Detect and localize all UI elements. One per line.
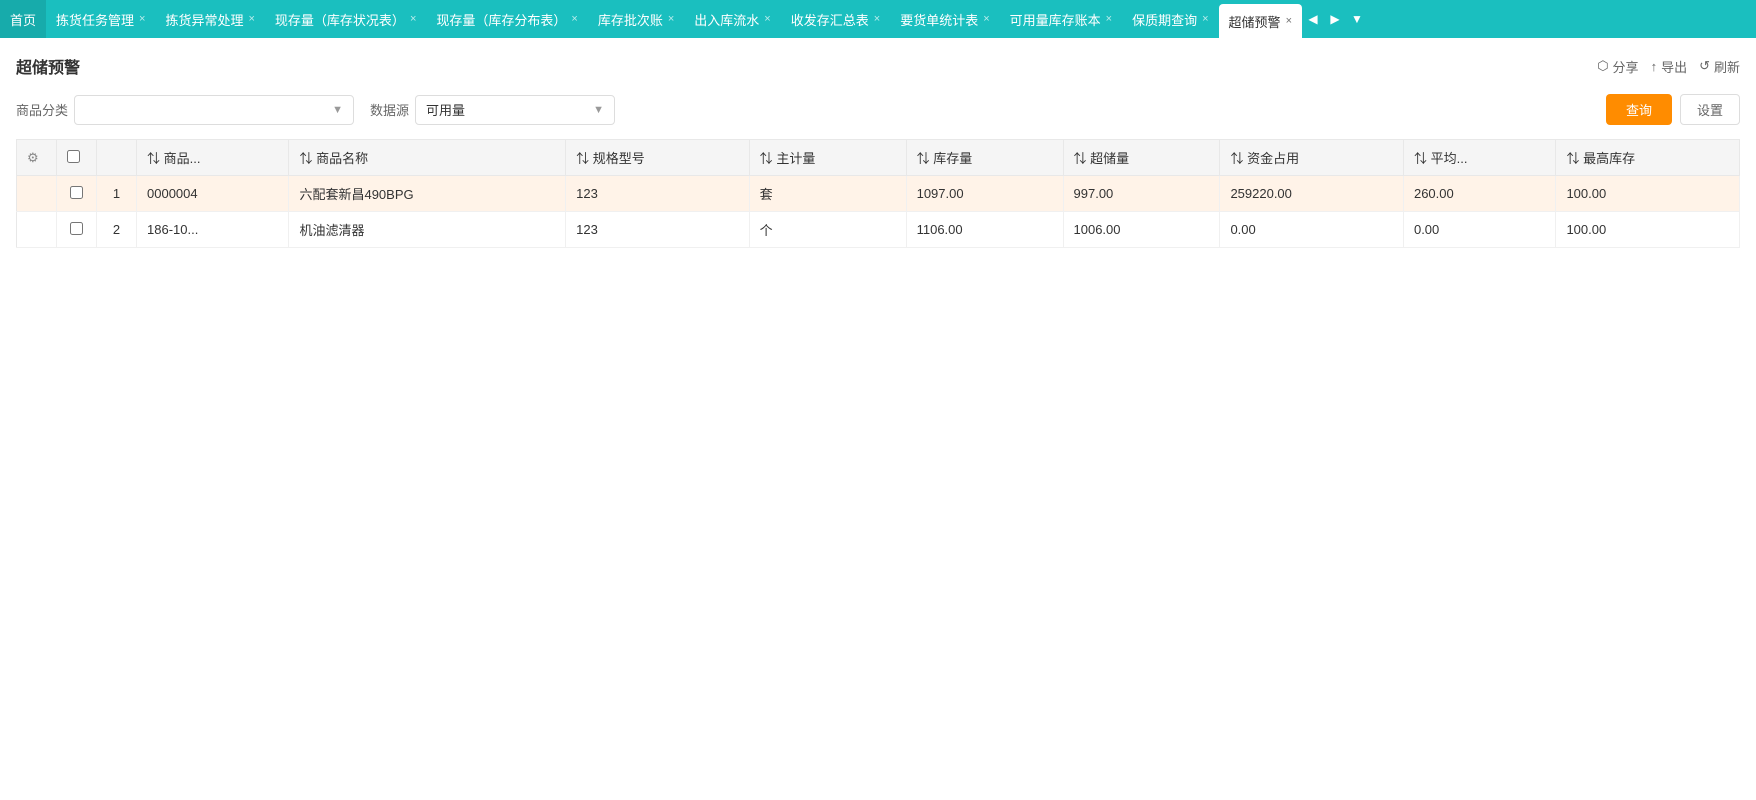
category-label: 商品分类 [16, 100, 68, 119]
nav-summary[interactable]: 收发存汇总表 × [781, 0, 890, 38]
td-unit: 个 [749, 212, 906, 248]
top-nav: 首页 拣货任务管理 × 拣货异常处理 × 现存量（库存状况表） × 现存量（库存… [0, 0, 1756, 38]
close-icon[interactable]: × [1286, 15, 1292, 27]
td-stock: 1106.00 [906, 212, 1063, 248]
td-product-code: 186-10... [137, 212, 289, 248]
td-avg: 260.00 [1403, 176, 1555, 212]
close-icon[interactable]: × [571, 13, 577, 25]
th-stock: ⇅ 库存量 [906, 140, 1063, 176]
th-no [97, 140, 137, 176]
th-avg: ⇅ 平均... [1403, 140, 1555, 176]
td-product-name: 机油滤清器 [289, 212, 566, 248]
category-filter: 商品分类 ▼ [16, 95, 354, 125]
td-max-stock: 100.00 [1556, 176, 1740, 212]
refresh-icon: ↺ [1699, 58, 1710, 74]
chevron-down-icon: ▼ [593, 104, 604, 116]
export-icon: ↑ [1651, 59, 1658, 74]
settings-button[interactable]: 设置 [1680, 94, 1740, 125]
close-icon[interactable]: × [248, 13, 254, 25]
share-icon: ⬡ [1597, 58, 1608, 74]
chevron-down-icon: ▼ [332, 104, 343, 116]
th-max-stock: ⇅ 最高库存 [1556, 140, 1740, 176]
datasource-label: 数据源 [370, 100, 409, 119]
td-no: 2 [97, 212, 137, 248]
td-stock: 1097.00 [906, 176, 1063, 212]
nav-overstock-warning[interactable]: 超储预警 × [1219, 4, 1302, 38]
td-gear [17, 212, 57, 248]
page-header: 超储预警 ⬡ 分享 ↑ 导出 ↺ 刷新 [16, 54, 1740, 78]
th-capital: ⇅ 资金占用 [1220, 140, 1404, 176]
th-product-name: ⇅ 商品名称 [289, 140, 566, 176]
close-icon[interactable]: × [764, 13, 770, 25]
refresh-button[interactable]: ↺ 刷新 [1699, 57, 1740, 76]
row-checkbox[interactable] [70, 222, 83, 235]
td-checkbox [57, 176, 97, 212]
td-overstock: 997.00 [1063, 176, 1220, 212]
export-button[interactable]: ↑ 导出 [1651, 57, 1688, 76]
nav-prev-button[interactable]: ◀ [1302, 0, 1324, 38]
page-title: 超储预警 [16, 54, 80, 78]
td-max-stock: 100.00 [1556, 212, 1740, 248]
share-button[interactable]: ⬡ 分享 [1597, 57, 1638, 76]
table-row: 2 186-10... 机油滤清器 123 个 1106.00 1006.00 … [17, 212, 1740, 248]
close-icon[interactable]: × [668, 13, 674, 25]
datasource-filter: 数据源 可用量 ▼ [370, 95, 615, 125]
nav-more-button[interactable]: ▼ [1346, 0, 1368, 38]
nav-order-stats[interactable]: 要货单统计表 × [890, 0, 999, 38]
table-header-row: ⚙ ⇅ 商品... ⇅ 商品名称 ⇅ 规格型号 ⇅ 主计量 [17, 140, 1740, 176]
filter-actions: 查询 设置 [1606, 94, 1740, 125]
nav-home[interactable]: 首页 [0, 0, 46, 38]
td-no: 1 [97, 176, 137, 212]
th-gear: ⚙ [17, 140, 57, 176]
close-icon[interactable]: × [1106, 13, 1112, 25]
nav-batch-account[interactable]: 库存批次账 × [588, 0, 684, 38]
td-product-code: 0000004 [137, 176, 289, 212]
row-checkbox[interactable] [70, 186, 83, 199]
header-actions: ⬡ 分享 ↑ 导出 ↺ 刷新 [1597, 57, 1740, 76]
datasource-select-value: 可用量 [426, 100, 465, 119]
close-icon[interactable]: × [1202, 13, 1208, 25]
nav-task-mgmt[interactable]: 拣货任务管理 × [46, 0, 155, 38]
nav-next-button[interactable]: ▶ [1324, 0, 1346, 38]
td-checkbox [57, 212, 97, 248]
nav-exception[interactable]: 拣货异常处理 × [155, 0, 264, 38]
td-overstock: 1006.00 [1063, 212, 1220, 248]
main-content: 超储预警 ⬡ 分享 ↑ 导出 ↺ 刷新 商品分类 ▼ 数据源 [0, 38, 1756, 800]
td-avg: 0.00 [1403, 212, 1555, 248]
nav-available-account[interactable]: 可用量库存账本 × [1000, 0, 1122, 38]
close-icon[interactable]: × [874, 13, 880, 25]
category-select[interactable]: ▼ [74, 95, 354, 125]
th-product-code: ⇅ 商品... [137, 140, 289, 176]
nav-stock-dist[interactable]: 现存量（库存分布表） × [426, 0, 587, 38]
query-button[interactable]: 查询 [1606, 94, 1672, 125]
select-all-checkbox[interactable] [67, 150, 80, 163]
th-checkbox [57, 140, 97, 176]
nav-stock-status[interactable]: 现存量（库存状况表） × [265, 0, 426, 38]
data-table: ⚙ ⇅ 商品... ⇅ 商品名称 ⇅ 规格型号 ⇅ 主计量 [16, 139, 1740, 248]
close-icon[interactable]: × [410, 13, 416, 25]
th-spec: ⇅ 规格型号 [566, 140, 750, 176]
nav-inout-flow[interactable]: 出入库流水 × [684, 0, 780, 38]
td-spec: 123 [566, 212, 750, 248]
td-gear [17, 176, 57, 212]
close-icon[interactable]: × [139, 13, 145, 25]
table-row: 1 0000004 六配套新昌490BPG 123 套 1097.00 997.… [17, 176, 1740, 212]
td-capital: 0.00 [1220, 212, 1404, 248]
td-product-name: 六配套新昌490BPG [289, 176, 566, 212]
th-overstock: ⇅ 超储量 [1063, 140, 1220, 176]
nav-shelf-life[interactable]: 保质期查询 × [1122, 0, 1218, 38]
datasource-select[interactable]: 可用量 ▼ [415, 95, 615, 125]
td-capital: 259220.00 [1220, 176, 1404, 212]
close-icon[interactable]: × [983, 13, 989, 25]
td-unit: 套 [749, 176, 906, 212]
filter-bar: 商品分类 ▼ 数据源 可用量 ▼ 查询 设置 [16, 94, 1740, 125]
settings-icon[interactable]: ⚙ [27, 150, 39, 165]
th-unit: ⇅ 主计量 [749, 140, 906, 176]
td-spec: 123 [566, 176, 750, 212]
